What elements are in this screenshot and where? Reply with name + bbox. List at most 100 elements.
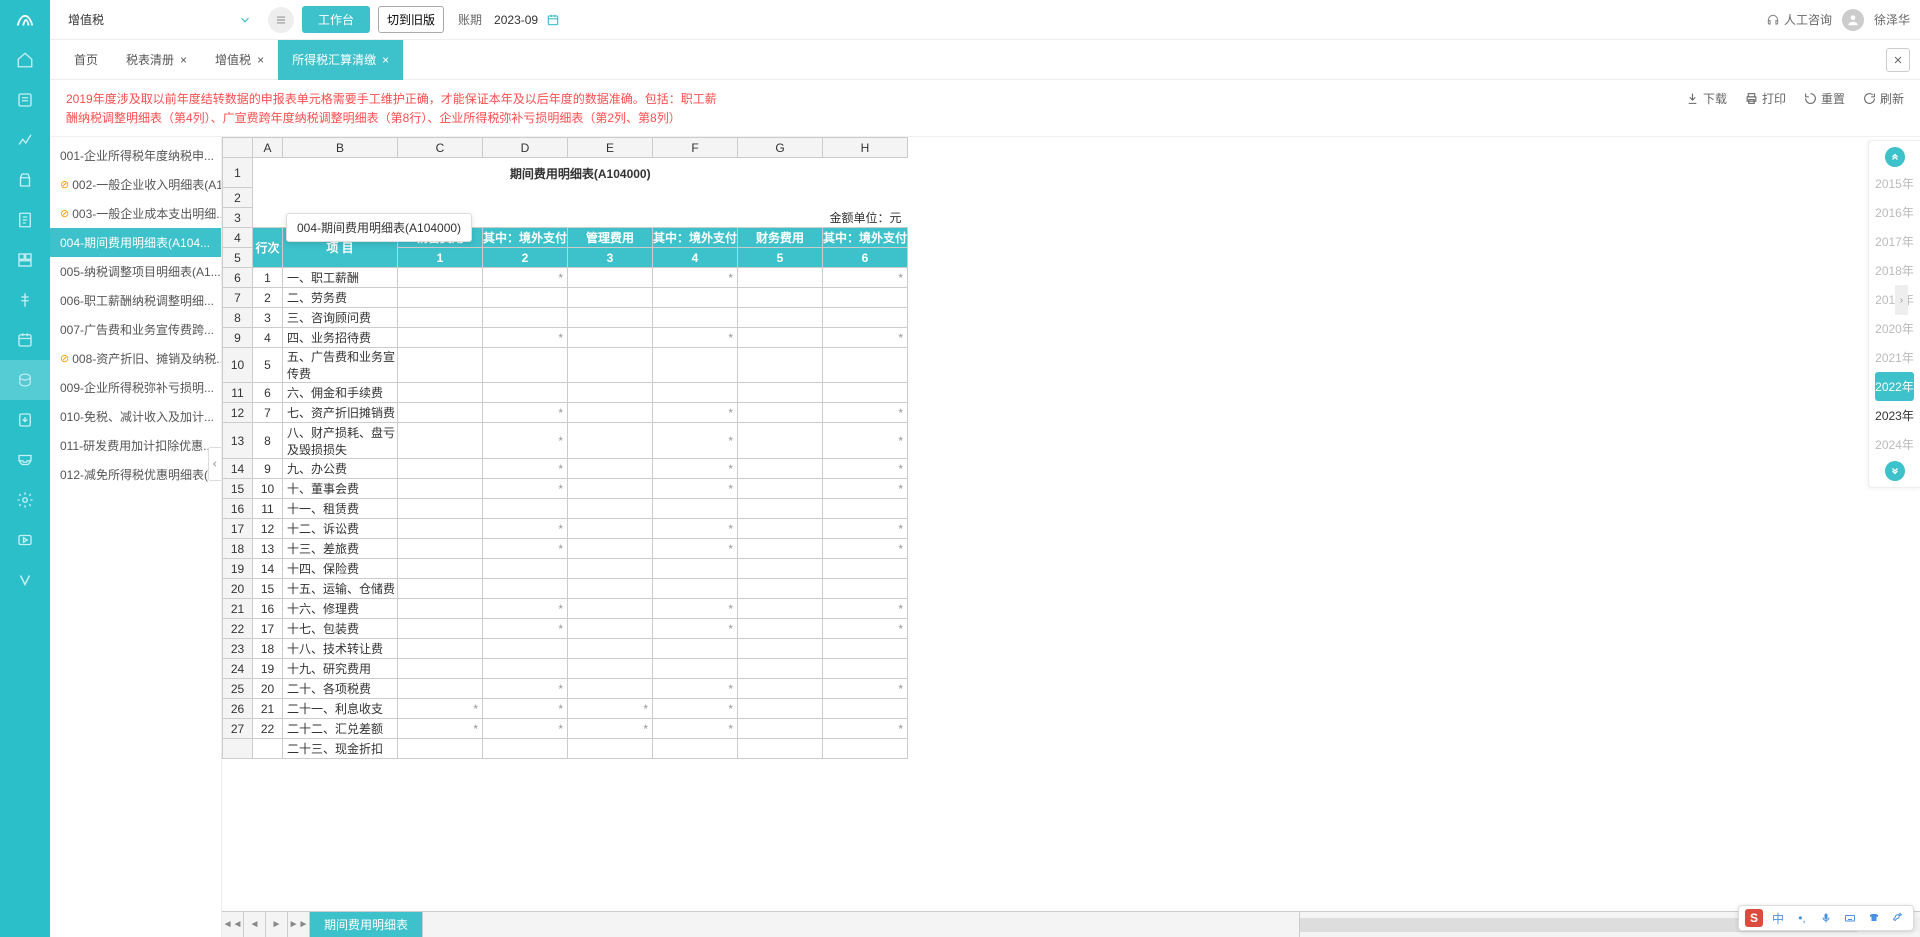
close-all-tabs-button[interactable] [1886,48,1910,72]
support-link[interactable]: 人工咨询 [1766,11,1832,28]
row-item-name[interactable]: 七、资产折旧摊销费 [283,403,398,423]
column-header[interactable]: C [398,138,483,158]
form-list-item-8[interactable]: 009-企业所得税弥补亏损明... [50,373,221,402]
form-list-item-1[interactable]: ⊘002-一般企业收入明细表(A1... [50,170,221,199]
row-item-name[interactable]: 八、财产损耗、盘亏及毁损损失 [283,423,398,459]
nav-analytics-icon[interactable] [0,120,50,160]
sheet-nav-next[interactable]: ► [266,912,288,937]
form-list-item-2[interactable]: ⊘003-一般企业成本支出明细... [50,199,221,228]
row-item-name[interactable]: 十七、包装费 [283,619,398,639]
ime-punct-icon[interactable]: •, [1793,909,1811,927]
tab-0[interactable]: 首页 [60,40,112,80]
row-item-name[interactable]: 五、广告费和业务宣传费 [283,348,398,383]
row-item-name[interactable]: 十六、修理费 [283,599,398,619]
form-list-item-6[interactable]: 007-广告费和业务宣传费跨... [50,315,221,344]
nav-currency-icon[interactable] [0,280,50,320]
print-button[interactable]: 打印 [1745,90,1786,107]
period-value[interactable]: 2023-09 [494,13,538,27]
row-item-name[interactable]: 二十二、汇兑差额 [283,719,398,739]
form-list-item-10[interactable]: 011-研发费用加计扣除优惠... [50,431,221,460]
form-list-item-3[interactable]: 004-期间费用明细表(A104... [50,228,221,257]
nav-dashboard-icon[interactable] [0,240,50,280]
list-toggle-button[interactable] [268,7,294,33]
ime-tool-icon[interactable] [1889,909,1907,927]
row-item-name[interactable]: 十四、保险费 [283,559,398,579]
year-option[interactable]: 2021年 [1875,343,1914,372]
tab-2[interactable]: 增值税× [201,40,278,80]
calendar-icon[interactable] [546,13,560,27]
nav-tax-icon[interactable] [0,360,50,400]
download-button[interactable]: 下载 [1686,90,1727,107]
row-item-name[interactable]: 十八、技术转让费 [283,639,398,659]
switch-old-button[interactable]: 切到旧版 [378,6,444,33]
nav-v-icon[interactable] [0,560,50,600]
column-header[interactable]: G [738,138,823,158]
tab-close-icon[interactable]: × [382,53,389,67]
row-item-name[interactable]: 九、办公费 [283,459,398,479]
tab-3[interactable]: 所得税汇算清缴× [278,40,403,80]
collapse-form-list-button[interactable] [208,447,222,481]
year-scroll-up-button[interactable] [1885,147,1905,167]
sheet-scroll[interactable]: ABCDEFGH1期间费用明细表(A104000)23金额单位：元4行次项 目销… [222,137,1920,911]
sheet-nav-prev[interactable]: ◄ [244,912,266,937]
column-header[interactable]: H [823,138,908,158]
row-item-name[interactable]: 十一、租赁费 [283,499,398,519]
form-list-item-11[interactable]: 012-减免所得税优惠明细表(... [50,460,221,489]
nav-assets-icon[interactable] [0,160,50,200]
row-item-name[interactable]: 二十、各项税费 [283,679,398,699]
row-item-name[interactable]: 一、职工薪酬 [283,268,398,288]
row-item-name[interactable]: 三、咨询顾问费 [283,308,398,328]
year-option[interactable]: 2017年 [1875,227,1914,256]
nav-inbox-icon[interactable] [0,440,50,480]
form-list-item-5[interactable]: 006-职工薪酬纳税调整明细... [50,286,221,315]
year-option[interactable]: 2022年 [1875,372,1914,401]
user-avatar[interactable] [1842,9,1864,31]
refresh-button[interactable]: 刷新 [1863,90,1904,107]
row-item-name[interactable]: 二十三、现金折扣 [283,739,398,759]
form-list-item-7[interactable]: ⊘008-资产折旧、摊销及纳税... [50,344,221,373]
form-list-item-9[interactable]: 010-免税、减计收入及加计... [50,402,221,431]
nav-export-icon[interactable] [0,400,50,440]
year-option[interactable]: 2020年 [1875,314,1914,343]
row-item-name[interactable]: 十三、差旅费 [283,539,398,559]
year-option[interactable]: 2018年 [1875,256,1914,285]
column-header[interactable]: A [253,138,283,158]
year-option[interactable]: 2016年 [1875,198,1914,227]
username-label[interactable]: 徐泽华 [1874,11,1910,28]
column-header[interactable]: F [653,138,738,158]
row-item-name[interactable]: 十五、运输、仓储费 [283,579,398,599]
sheet-nav-first[interactable]: ◄◄ [222,912,244,937]
year-option[interactable]: 2015年 [1875,169,1914,198]
year-scroll-down-button[interactable] [1885,461,1905,481]
ime-skin-icon[interactable] [1865,909,1883,927]
row-item-name[interactable]: 二、劳务费 [283,288,398,308]
org-selector[interactable]: 增值税 [60,7,260,32]
ime-toolbar[interactable]: S 中 •, [1738,905,1914,931]
row-item-name[interactable]: 四、业务招待费 [283,328,398,348]
nav-calendar-icon[interactable] [0,320,50,360]
sheet-nav-last[interactable]: ►► [288,912,310,937]
tab-close-icon[interactable]: × [257,53,264,67]
form-list-item-0[interactable]: 001-企业所得税年度纳税申... [50,141,221,170]
expand-right-panel-button[interactable]: › [1895,285,1908,315]
row-item-name[interactable]: 十九、研究费用 [283,659,398,679]
row-item-name[interactable]: 十、董事会费 [283,479,398,499]
tab-1[interactable]: 税表清册× [112,40,201,80]
workspace-button[interactable]: 工作台 [302,6,370,33]
row-item-name[interactable]: 六、佣金和手续费 [283,383,398,403]
column-header[interactable]: B [283,138,398,158]
nav-video-icon[interactable] [0,520,50,560]
ime-voice-icon[interactable] [1817,909,1835,927]
nav-ledger-icon[interactable] [0,80,50,120]
tab-close-icon[interactable]: × [180,53,187,67]
nav-report-icon[interactable] [0,200,50,240]
ime-lang-icon[interactable]: 中 [1769,909,1787,927]
row-item-name[interactable]: 十二、诉讼费 [283,519,398,539]
year-option[interactable]: 2023年 [1875,401,1914,430]
column-header[interactable]: E [568,138,653,158]
form-list-item-4[interactable]: 005-纳税调整项目明细表(A1... [50,257,221,286]
column-header[interactable]: D [483,138,568,158]
row-item-name[interactable]: 二十一、利息收支 [283,699,398,719]
nav-settings-icon[interactable] [0,480,50,520]
ime-keyboard-icon[interactable] [1841,909,1859,927]
